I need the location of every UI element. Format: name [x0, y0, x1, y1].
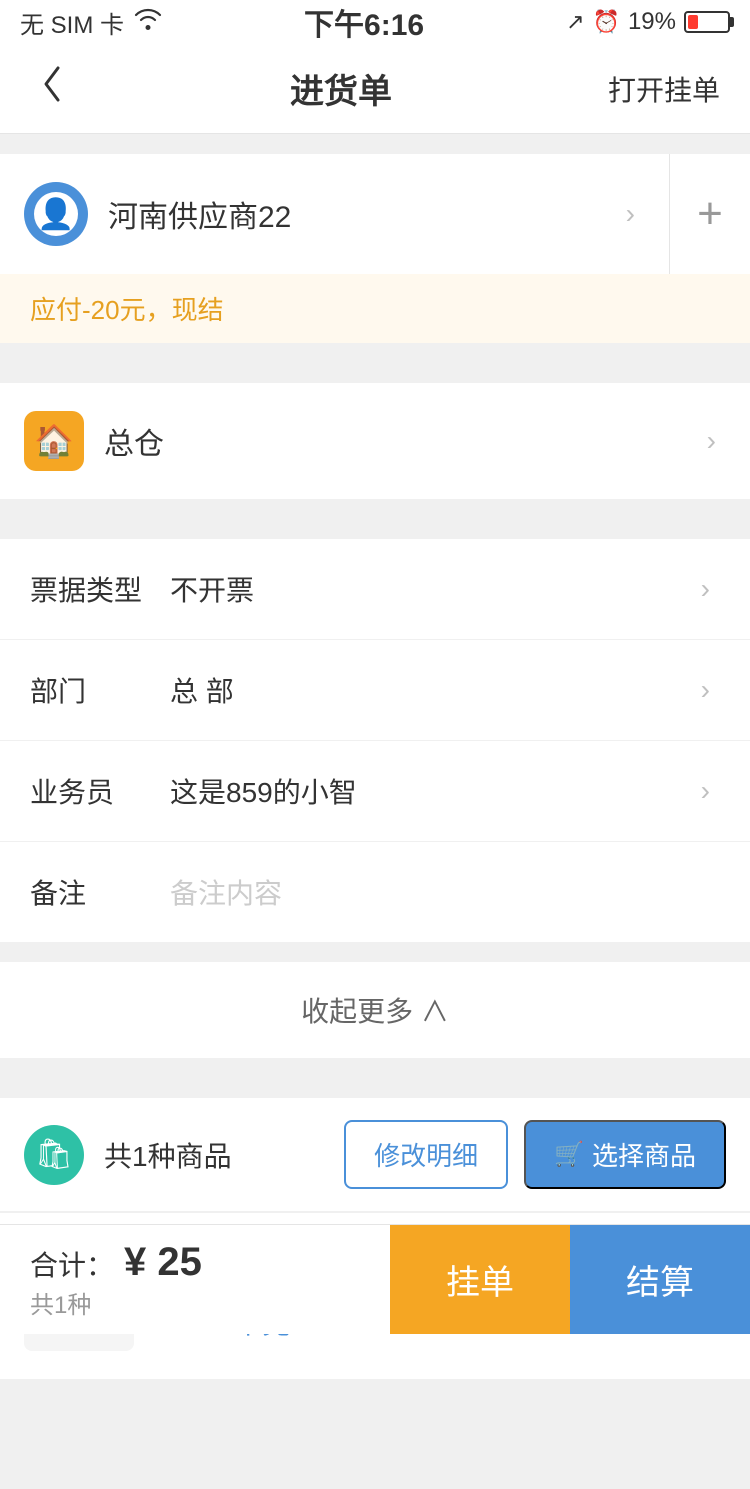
form-section: 票据类型 不开票 › 部门 总 部 › 业务员 这是859的小智 › 备注 备注… [0, 539, 750, 942]
collapse-label: 收起更多 ∧ [301, 996, 449, 1027]
time-display: 下午6:16 [304, 0, 424, 44]
back-button[interactable] [30, 54, 74, 123]
department-chevron: › [701, 674, 710, 706]
products-bag-icon: 🛍 [35, 1137, 73, 1172]
salesperson-chevron: › [701, 775, 710, 807]
nav-bar: 进货单 打开挂单 [0, 44, 750, 134]
invoice-type-label: 票据类型 [30, 569, 170, 609]
section-gap-3 [0, 499, 750, 519]
alarm-icon: ⏰ [593, 9, 620, 35]
warehouse-section[interactable]: 🏠 总仓 › [0, 383, 750, 499]
cart-icon: 🛒 [554, 1140, 584, 1169]
salesperson-value: 这是859的小智 [170, 771, 701, 811]
bottom-bar: 合计： ¥ 25 共1种 挂单 结算 [0, 1224, 750, 1334]
notice-text: 应付-20元，现结 [30, 295, 224, 325]
products-count: 共1种商品 [104, 1135, 344, 1175]
location-icon: ↗ [566, 9, 584, 35]
carrier-label: 无 SIM 卡 [20, 5, 124, 40]
person-icon: 👤 [37, 197, 74, 232]
page-title: 进货单 [290, 64, 392, 113]
department-row[interactable]: 部门 总 部 › [0, 640, 750, 741]
collapse-button[interactable]: 收起更多 ∧ [0, 962, 750, 1058]
add-supplier-button[interactable]: + [670, 189, 750, 239]
total-section: 合计： ¥ 25 共1种 [0, 1225, 390, 1334]
battery-icon [684, 11, 730, 33]
section-gap-4 [0, 1058, 750, 1078]
total-count: 共1种 [30, 1285, 360, 1320]
supplier-name: 河南供应商22 [108, 192, 626, 236]
section-gap-2 [0, 343, 750, 363]
select-product-button[interactable]: 🛒 选择商品 [524, 1120, 726, 1189]
avatar-inner: 👤 [34, 192, 78, 236]
status-right: ↗ ⏰ 19% [566, 8, 730, 36]
total-label-row: 合计： ¥ 25 [30, 1240, 360, 1285]
warehouse-chevron: › [707, 425, 716, 457]
warehouse-icon-wrap: 🏠 [24, 411, 84, 471]
supplier-section: 👤 河南供应商22 › + [0, 154, 750, 274]
remark-input[interactable]: 备注内容 [170, 872, 720, 912]
status-bar: 无 SIM 卡 下午6:16 ↗ ⏰ 19% [0, 0, 750, 44]
products-icon-wrap: 🛍 [24, 1125, 84, 1185]
edit-detail-button[interactable]: 修改明细 [344, 1120, 508, 1189]
remark-row[interactable]: 备注 备注内容 [0, 842, 750, 942]
invoice-type-chevron: › [701, 573, 710, 605]
chevron-icon: › [626, 198, 635, 230]
wifi-icon [134, 8, 162, 37]
supplier-avatar: 👤 [24, 182, 88, 246]
salesperson-row[interactable]: 业务员 这是859的小智 › [0, 741, 750, 842]
department-label: 部门 [30, 670, 170, 710]
warehouse-icon: 🏠 [34, 422, 74, 460]
remark-label: 备注 [30, 872, 170, 912]
department-value: 总 部 [170, 670, 701, 710]
products-header: 🛍 共1种商品 修改明细 🛒 选择商品 [0, 1098, 750, 1211]
total-label: 合计： [30, 1244, 114, 1284]
section-gap-1 [0, 134, 750, 154]
notice-bar: 应付-20元，现结 [0, 274, 750, 343]
salesperson-label: 业务员 [30, 771, 170, 811]
total-amount: ¥ 25 [124, 1240, 202, 1285]
battery-percent: 19% [628, 8, 676, 36]
hang-button[interactable]: 挂单 [390, 1225, 570, 1334]
status-left: 无 SIM 卡 [20, 5, 162, 40]
select-product-label: 选择商品 [592, 1136, 696, 1173]
settle-button[interactable]: 结算 [570, 1225, 750, 1334]
invoice-type-value: 不开票 [170, 569, 701, 609]
invoice-type-row[interactable]: 票据类型 不开票 › [0, 539, 750, 640]
open-hang-button[interactable]: 打开挂单 [608, 69, 720, 109]
supplier-row[interactable]: 👤 河南供应商22 › [0, 154, 670, 274]
bottom-spacer [0, 1379, 750, 1489]
warehouse-name: 总仓 [104, 419, 707, 463]
